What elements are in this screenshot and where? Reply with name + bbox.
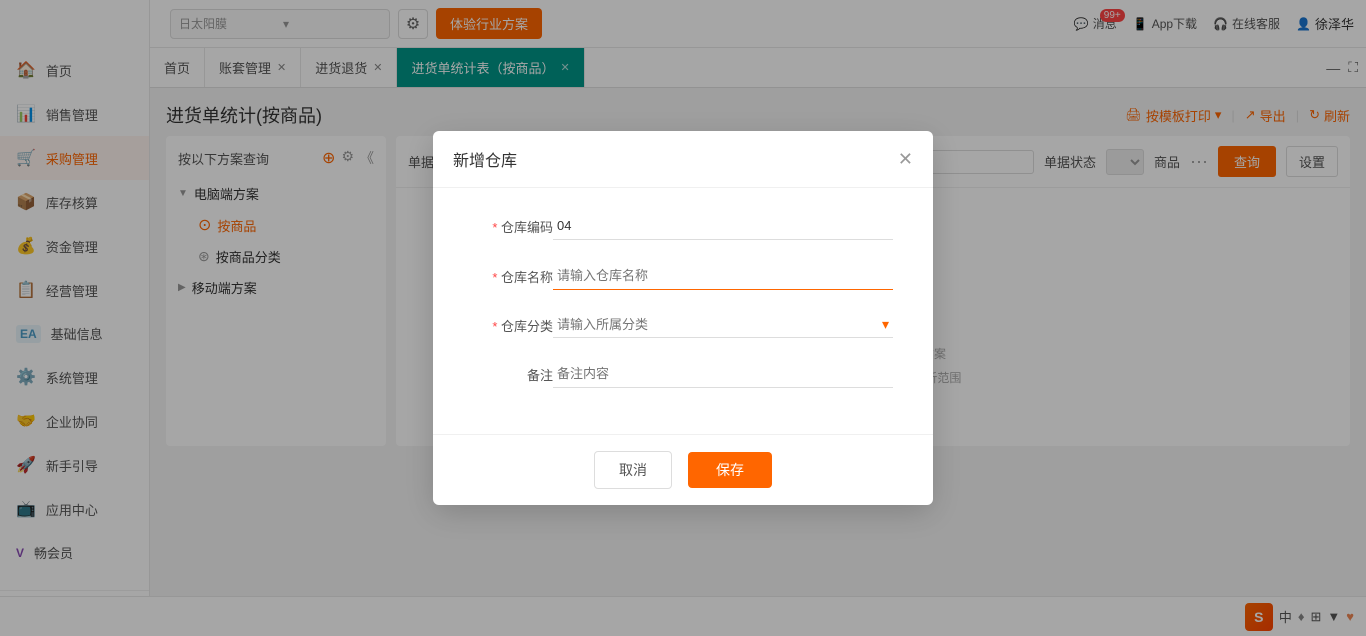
modal-title: 新增仓库 <box>453 147 517 171</box>
cancel-button[interactable]: 取消 <box>594 451 672 489</box>
modal-header: 新增仓库 ✕ <box>433 131 933 188</box>
name-label: 仓库名称 <box>473 267 553 286</box>
save-button[interactable]: 保存 <box>688 452 772 488</box>
modal-close-button[interactable]: ✕ <box>898 150 913 168</box>
code-label: 仓库编码 <box>473 217 553 236</box>
modal-overlay: 新增仓库 ✕ 仓库编码 仓库名称 仓库分类 ▾ <box>0 0 1366 636</box>
category-input[interactable] <box>557 317 882 332</box>
modal-footer: 取消 保存 <box>433 434 933 505</box>
category-dropdown-icon: ▾ <box>882 316 889 333</box>
add-warehouse-modal: 新增仓库 ✕ 仓库编码 仓库名称 仓库分类 ▾ <box>433 131 933 505</box>
category-label: 仓库分类 <box>473 316 553 335</box>
modal-body: 仓库编码 仓库名称 仓库分类 ▾ 备注 <box>433 188 933 434</box>
form-row-category: 仓库分类 ▾ <box>473 312 893 338</box>
name-input[interactable] <box>553 262 893 290</box>
category-select-wrapper[interactable]: ▾ <box>553 312 893 338</box>
form-row-name: 仓库名称 <box>473 262 893 290</box>
remark-label: 备注 <box>473 365 553 384</box>
remark-input[interactable] <box>553 360 893 388</box>
form-row-code: 仓库编码 <box>473 212 893 240</box>
code-input[interactable] <box>553 212 893 240</box>
form-row-remark: 备注 <box>473 360 893 388</box>
